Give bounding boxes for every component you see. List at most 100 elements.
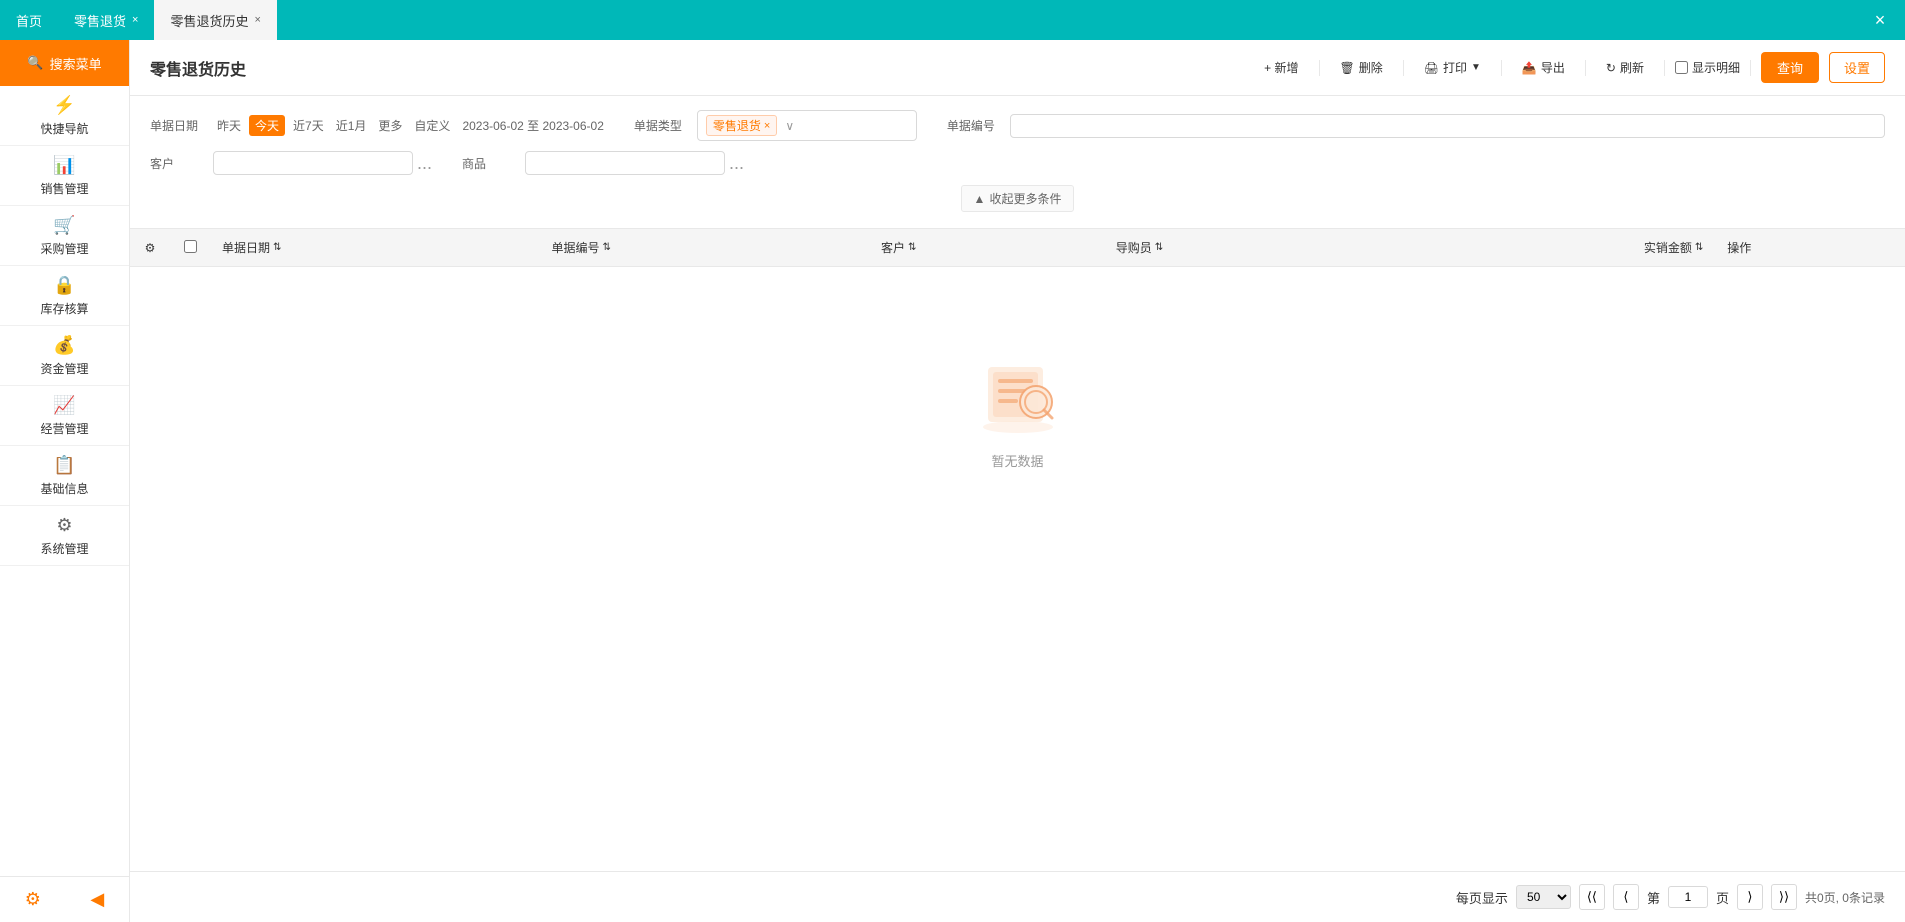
bill-type-tag[interactable]: 零售退货 × <box>706 115 777 136</box>
date-btn-today[interactable]: 今天 <box>249 115 285 136</box>
refresh-label: 刷新 <box>1620 59 1644 76</box>
sidebar-item-basic-info[interactable]: 📋 基础信息 <box>0 446 129 506</box>
th-guide-sort[interactable]: 导购员 ⇅ <box>1116 239 1163 256</box>
system-icon: ⚙ <box>56 515 72 536</box>
top-bar-spacer <box>277 0 1855 40</box>
sidebar-search[interactable]: 🔍 搜索菜单 <box>0 40 129 86</box>
sidebar-item-system-label: 系统管理 <box>40 540 88 557</box>
tab-retail-return-history[interactable]: 零售退货历史 × <box>154 0 276 40</box>
page-last-button[interactable]: ⟩⟩ <box>1771 884 1797 910</box>
th-amount-label: 实销金额 <box>1644 239 1692 256</box>
sidebar-item-purchase-label: 采购管理 <box>40 240 88 257</box>
sort-icon-customer: ⇅ <box>908 242 916 253</box>
quick-nav-icon: ⚡ <box>53 95 75 116</box>
customer-input[interactable] <box>213 151 413 175</box>
filter-customer: 客户 ... <box>150 151 432 175</box>
tab-retail-return-history-close[interactable]: × <box>254 14 260 26</box>
table-header: ⚙ 单据日期 ⇅ 单据编号 <box>130 229 1905 267</box>
collapse-button[interactable]: ▲ 收起更多条件 <box>961 185 1075 212</box>
divider-5 <box>1664 60 1665 76</box>
sidebar-item-quick-nav[interactable]: ⚡ 快捷导航 <box>0 86 129 146</box>
tab-retail-return-close[interactable]: × <box>132 14 138 26</box>
page-prev-button[interactable]: ⟨ <box>1613 884 1639 910</box>
operations-icon: 📈 <box>53 395 75 416</box>
select-all-checkbox[interactable] <box>184 240 197 253</box>
th-bill-no-sort[interactable]: 单据编号 ⇅ <box>552 239 611 256</box>
sidebar-item-quick-nav-label: 快捷导航 <box>40 120 88 137</box>
refresh-button[interactable]: ↻ 刷新 <box>1596 54 1654 81</box>
divider-4 <box>1585 60 1586 76</box>
goods-dots[interactable]: ... <box>729 153 744 174</box>
bill-type-tag-remove[interactable]: × <box>764 120 770 132</box>
date-btn-7days[interactable]: 近7天 <box>289 115 328 136</box>
customer-dots[interactable]: ... <box>417 153 432 174</box>
customer-label: 客户 <box>150 155 205 172</box>
new-button[interactable]: + 新增 <box>1254 54 1308 81</box>
sidebar-item-system-mgmt[interactable]: ⚙ 系统管理 <box>0 506 129 566</box>
sidebar-gear-icon[interactable]: ⚙ <box>25 889 41 910</box>
date-btn-more[interactable]: 更多 <box>374 115 406 136</box>
th-amount-sort[interactable]: 实销金额 ⇅ <box>1644 239 1703 256</box>
date-btn-yesterday[interactable]: 昨天 <box>213 115 245 136</box>
tab-retail-return-history-label: 零售退货历史 <box>170 11 248 30</box>
pagination: 每页显示 50 10 20 100 ⟨⟨ ⟨ 第 1 页 ⟩ ⟩⟩ 共0页, 0… <box>130 871 1905 922</box>
show-detail-input[interactable] <box>1675 61 1688 74</box>
sort-icon-bill-no: ⇅ <box>603 242 611 253</box>
filter-area: 单据日期 昨天 今天 近7天 近1月 更多 自定义 2023-06-02 至 2… <box>130 96 1905 229</box>
sidebar-collapse-icon[interactable]: ◀ <box>90 889 104 910</box>
th-action: 操作 <box>1715 229 1905 267</box>
th-check[interactable] <box>170 229 210 267</box>
export-button[interactable]: 📤 导出 <box>1512 54 1575 81</box>
basic-info-icon: 📋 <box>53 455 75 476</box>
sidebar-item-finance-mgmt[interactable]: 💰 资金管理 <box>0 326 129 386</box>
date-btn-1month[interactable]: 近1月 <box>332 115 371 136</box>
sidebar-bottom: ⚙ ◀ <box>0 876 129 922</box>
sidebar-item-operations-mgmt[interactable]: 📈 经营管理 <box>0 386 129 446</box>
window-close-button[interactable]: × <box>1855 0 1905 40</box>
sidebar-item-basic-label: 基础信息 <box>40 480 88 497</box>
collapse-label: 收起更多条件 <box>989 190 1061 207</box>
print-icon: 🖨 <box>1424 61 1439 75</box>
sidebar-item-purchase-mgmt[interactable]: 🛒 采购管理 <box>0 206 129 266</box>
tab-home[interactable]: 首页 <box>0 0 58 40</box>
page-suffix: 页 <box>1716 888 1729 907</box>
bill-type-tag-text: 零售退货 <box>713 117 761 134</box>
date-label: 单据日期 <box>150 117 205 134</box>
sort-icon-date: ⇅ <box>273 242 281 253</box>
delete-label: 删除 <box>1359 59 1383 76</box>
goods-input[interactable] <box>525 151 725 175</box>
filter-bill-type: 单据类型 零售退货 × ∨ <box>634 110 917 141</box>
bill-no-input[interactable] <box>1010 114 1885 138</box>
print-button[interactable]: 🖨 打印 ▼ <box>1414 54 1491 81</box>
per-page-label: 每页显示 <box>1456 888 1508 907</box>
tab-retail-return[interactable]: 零售退货 × <box>58 0 154 40</box>
th-settings[interactable]: ⚙ <box>130 229 170 267</box>
page-first-button[interactable]: ⟨⟨ <box>1579 884 1605 910</box>
setting-button[interactable]: 设置 <box>1829 52 1885 83</box>
page-input[interactable]: 1 <box>1668 886 1708 908</box>
bill-type-select[interactable]: 零售退货 × ∨ <box>697 110 917 141</box>
data-table: ⚙ 单据日期 ⇅ 单据编号 <box>130 229 1905 550</box>
th-customer-sort[interactable]: 客户 ⇅ <box>881 239 916 256</box>
divider-1 <box>1319 60 1320 76</box>
show-detail-label: 显示明细 <box>1692 59 1740 76</box>
sidebar-item-sales-mgmt[interactable]: 📊 销售管理 <box>0 146 129 206</box>
th-guide-label: 导购员 <box>1116 239 1152 256</box>
query-button[interactable]: 查询 <box>1761 52 1819 83</box>
delete-button[interactable]: 🗑 删除 <box>1330 54 1393 81</box>
bill-no-label: 单据编号 <box>947 117 1002 134</box>
show-detail-checkbox[interactable]: 显示明细 <box>1675 59 1740 76</box>
export-label: 导出 <box>1541 59 1565 76</box>
settings-icon[interactable]: ⚙ <box>145 241 156 255</box>
inventory-icon: 🔒 <box>53 275 75 296</box>
divider-2 <box>1403 60 1404 76</box>
sidebar-item-inventory[interactable]: 🔒 库存核算 <box>0 266 129 326</box>
th-date-sort[interactable]: 单据日期 ⇅ <box>222 239 281 256</box>
per-page-select[interactable]: 50 10 20 100 <box>1516 885 1571 909</box>
purchase-icon: 🛒 <box>53 215 75 236</box>
sidebar: 🔍 搜索菜单 ⚡ 快捷导航 📊 销售管理 🛒 采购管理 🔒 库存核算 💰 资金管… <box>0 40 130 922</box>
page-next-button[interactable]: ⟩ <box>1737 884 1763 910</box>
empty-illustration <box>968 347 1068 437</box>
th-amount: 实销金额 ⇅ <box>1386 229 1716 267</box>
date-btn-custom[interactable]: 自定义 <box>410 115 454 136</box>
